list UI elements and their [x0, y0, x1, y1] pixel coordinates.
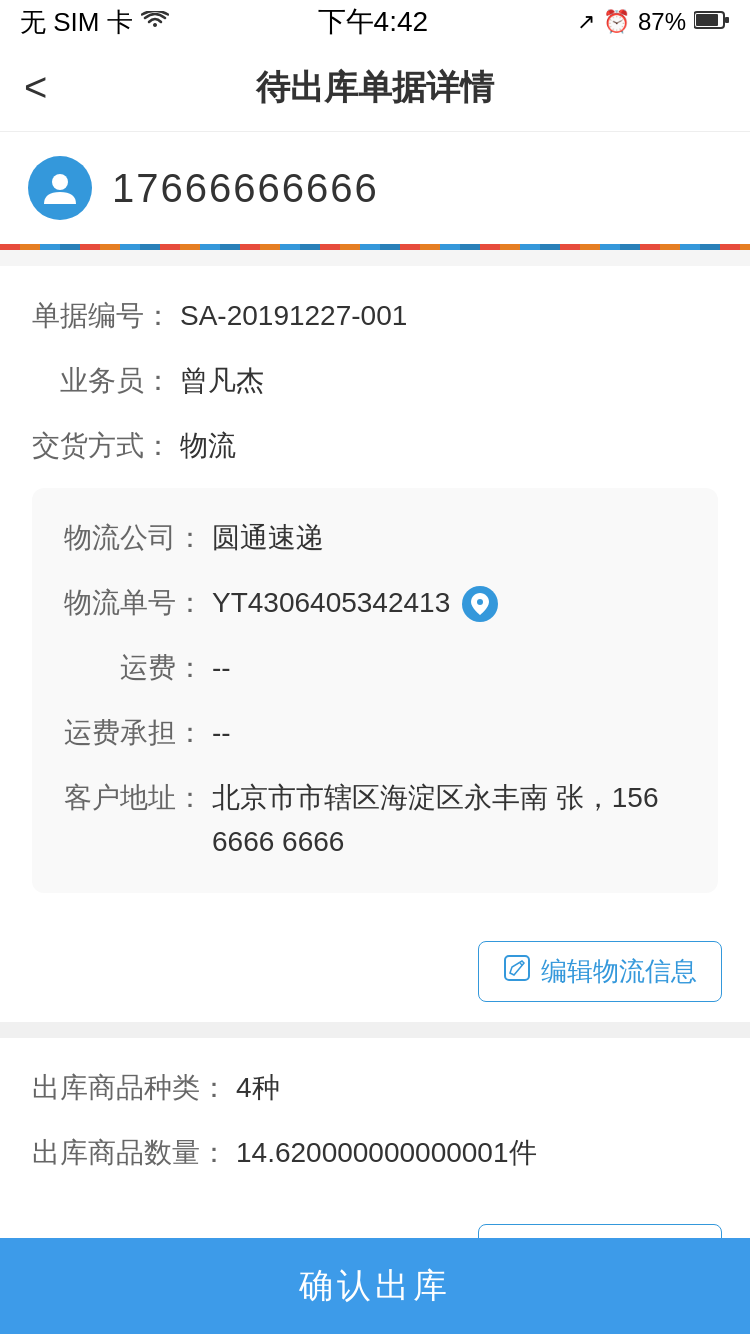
- freight-value: --: [212, 646, 686, 691]
- wifi-icon: [141, 7, 169, 38]
- goods-types-row: 出库商品种类： 4种: [32, 1066, 718, 1111]
- confirm-button-label: 确认出库: [299, 1263, 451, 1309]
- staff-row: 业务员： 曾凡杰: [32, 359, 718, 404]
- svg-rect-1: [696, 14, 718, 26]
- freight-row: 运费： --: [64, 646, 686, 691]
- time-text: 下午4:42: [318, 3, 429, 41]
- order-info-section: 单据编号： SA-20191227-001 业务员： 曾凡杰 交货方式： 物流 …: [0, 266, 750, 921]
- logistics-tracking-value: YT4306405342413: [212, 581, 686, 626]
- goods-types-label: 出库商品种类：: [32, 1066, 228, 1111]
- edit-logistics-button[interactable]: 编辑物流信息: [478, 941, 722, 1002]
- goods-types-value: 4种: [236, 1066, 280, 1111]
- svg-rect-5: [505, 956, 529, 980]
- svg-point-4: [477, 599, 483, 605]
- address-label: 客户地址：: [64, 776, 204, 821]
- order-number-row: 单据编号： SA-20191227-001: [32, 294, 718, 339]
- status-right: ↗ ⏰ 87%: [577, 8, 730, 36]
- tracking-location-icon[interactable]: [462, 586, 498, 622]
- logistics-company-value: 圆通速递: [212, 516, 686, 561]
- alarm-icon: ⏰: [603, 9, 630, 35]
- address-row: 客户地址： 北京市市辖区海淀区永丰南 张，156 6666 6666: [64, 776, 686, 866]
- status-bar: 无 SIM 卡 下午4:42 ↗ ⏰ 87%: [0, 0, 750, 44]
- battery-text: 87%: [638, 8, 686, 36]
- page-title: 待出库单据详情: [256, 65, 494, 111]
- section-separator: [0, 1022, 750, 1038]
- carrier-text: 无 SIM 卡: [20, 5, 133, 40]
- delivery-label: 交货方式：: [32, 424, 172, 469]
- edit-logistics-section: 编辑物流信息: [0, 921, 750, 1022]
- order-number-value: SA-20191227-001: [180, 294, 718, 339]
- goods-quantity-value: 14.620000000000001件: [236, 1131, 537, 1176]
- freight-label: 运费：: [64, 646, 204, 691]
- customer-header: 17666666666: [0, 132, 750, 244]
- svg-line-6: [520, 963, 522, 965]
- edit-icon: [503, 954, 531, 989]
- logistics-tracking-label: 物流单号：: [64, 581, 204, 626]
- edit-logistics-label: 编辑物流信息: [541, 954, 697, 989]
- address-value: 北京市市辖区海淀区永丰南 张，156 6666 6666: [212, 776, 686, 866]
- svg-point-3: [52, 174, 68, 190]
- avatar: [28, 156, 92, 220]
- confirm-bar[interactable]: 确认出库: [0, 1238, 750, 1334]
- location-icon: ↗: [577, 9, 595, 35]
- back-button[interactable]: <: [24, 65, 47, 110]
- nav-bar: < 待出库单据详情: [0, 44, 750, 132]
- freight-bearer-label: 运费承担：: [64, 711, 204, 756]
- freight-bearer-row: 运费承担： --: [64, 711, 686, 756]
- goods-quantity-label: 出库商品数量：: [32, 1131, 228, 1176]
- delivery-value: 物流: [180, 424, 718, 469]
- goods-quantity-row: 出库商品数量： 14.620000000000001件: [32, 1131, 718, 1176]
- logistics-company-row: 物流公司： 圆通速递: [64, 516, 686, 561]
- staff-value: 曾凡杰: [180, 359, 718, 404]
- freight-bearer-value: --: [212, 711, 686, 756]
- status-left: 无 SIM 卡: [20, 5, 169, 40]
- logistics-card: 物流公司： 圆通速递 物流单号： YT4306405342413 运费：: [32, 488, 718, 893]
- order-number-label: 单据编号：: [32, 294, 172, 339]
- logistics-tracking-row: 物流单号： YT4306405342413: [64, 581, 686, 626]
- colorful-divider: [0, 244, 750, 250]
- goods-section: 出库商品种类： 4种 出库商品数量： 14.620000000000001件: [0, 1038, 750, 1204]
- staff-label: 业务员：: [32, 359, 172, 404]
- customer-phone: 17666666666: [112, 166, 379, 211]
- svg-rect-2: [725, 17, 729, 23]
- battery-icon: [694, 8, 730, 36]
- delivery-row: 交货方式： 物流: [32, 424, 718, 469]
- logistics-company-label: 物流公司：: [64, 516, 204, 561]
